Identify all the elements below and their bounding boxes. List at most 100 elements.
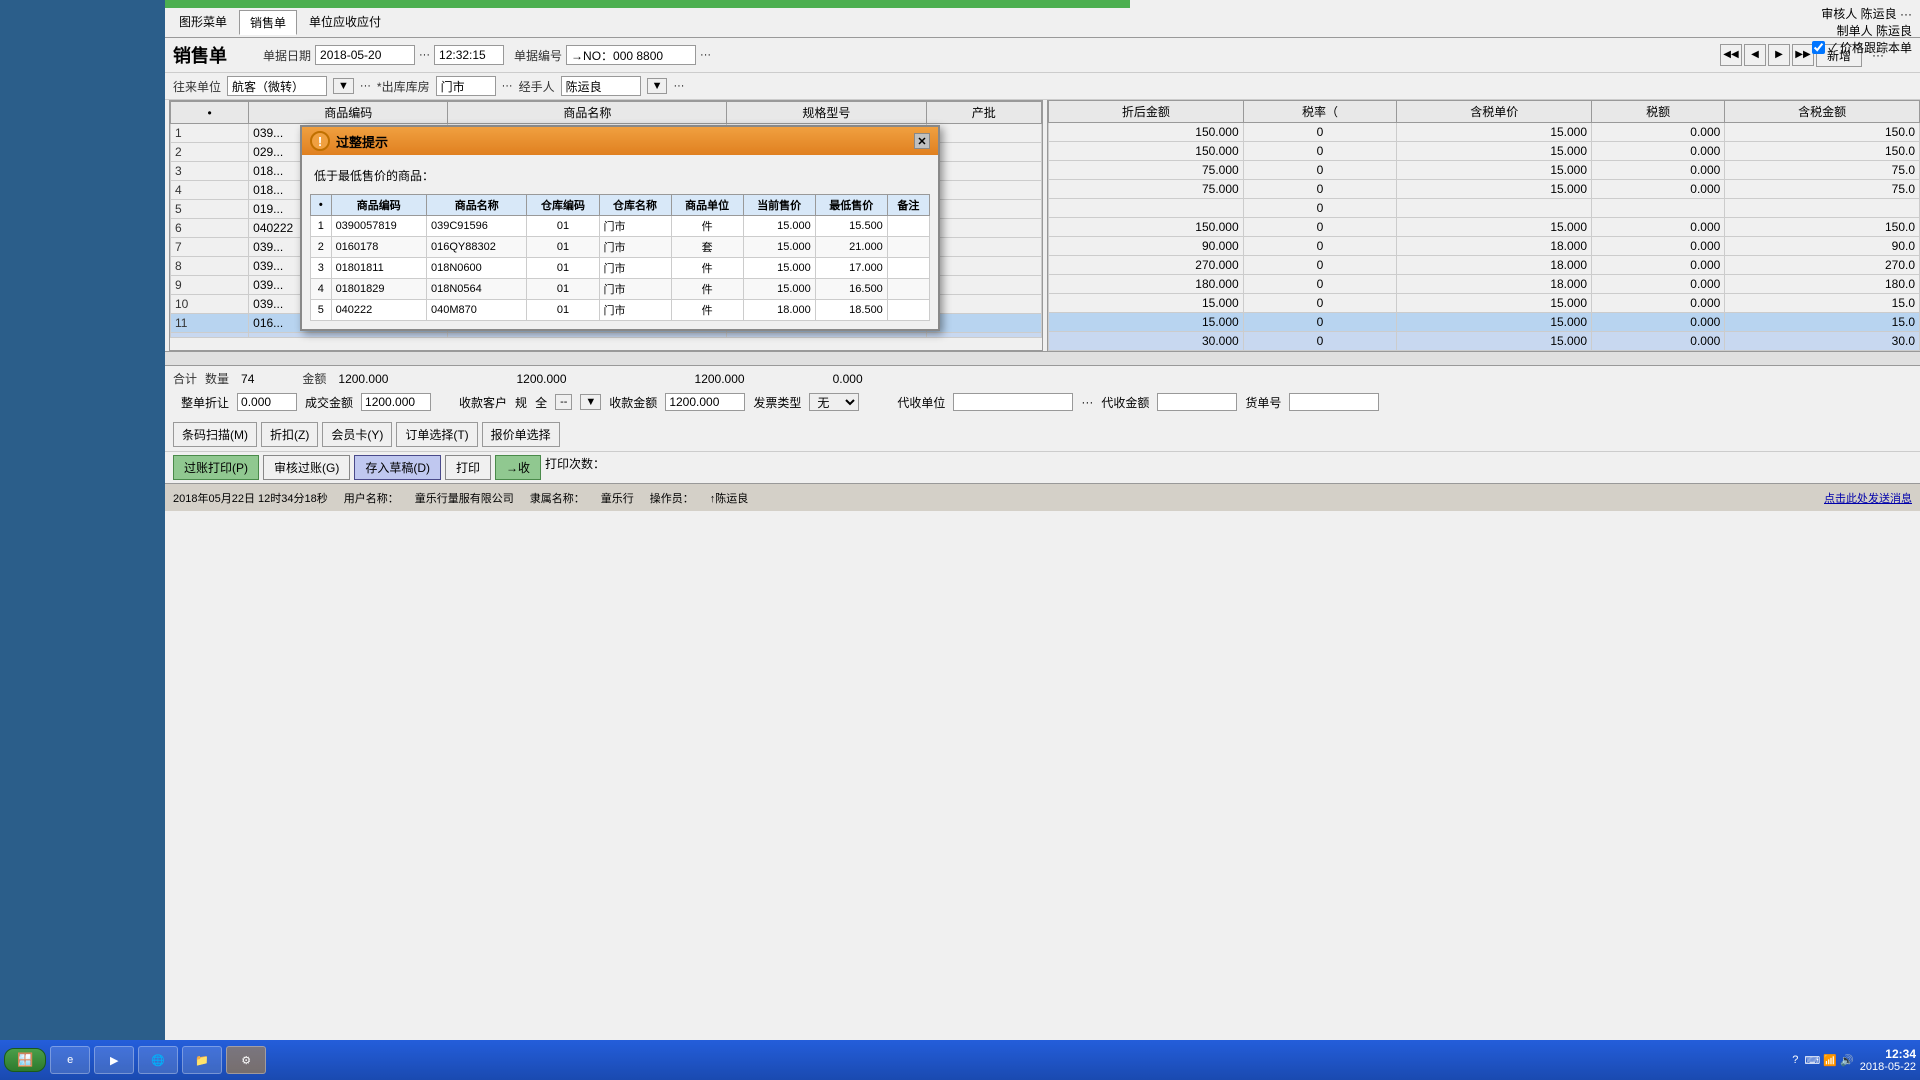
dlg-cell-whname: 门市 — [599, 237, 671, 258]
cell-tax-amt — [1592, 199, 1725, 218]
deal-amount-input[interactable] — [361, 393, 431, 411]
right-columns-wrapper: 折后金额 税率（ 含税单价 税额 含税金额 150.000 0 15.000 0… — [1047, 100, 1920, 351]
taskbar-browser[interactable]: 🌐 — [138, 1046, 178, 1074]
message-link[interactable]: 点击此处发送消息 — [1824, 490, 1912, 506]
dlg-cell-remark — [887, 300, 929, 321]
price-track-checkbox[interactable] — [1812, 41, 1825, 54]
table-row-right[interactable]: 0 — [1049, 199, 1920, 218]
time-input[interactable] — [434, 45, 504, 65]
price-track-label: ✓ 价格跟踪本单 — [1812, 39, 1912, 56]
cell-discount-amt: 30.000 — [1049, 332, 1244, 351]
docno-input[interactable] — [566, 45, 696, 65]
table-row-right[interactable]: 15.000 0 15.000 0.000 15.0 — [1049, 313, 1920, 332]
taskbar-clock: 12:34 2018-05-22 — [1860, 1047, 1916, 1073]
cell-tax-rate: 0 — [1243, 180, 1397, 199]
proxy-unit-input[interactable] — [953, 393, 1073, 411]
date-label: 单据日期 — [263, 47, 311, 64]
order-select-btn[interactable]: 订单选择(T) — [396, 422, 477, 447]
menu-item-sales[interactable]: 销售单 — [239, 10, 297, 35]
nav-last-btn[interactable]: ▶▶ — [1792, 44, 1814, 66]
dialog-table-row: 3 01801811 018N0600 01 门市 件 15.000 17.00… — [311, 258, 930, 279]
operator-value: ↑陈运良 — [710, 490, 749, 506]
table-row-right[interactable]: 150.000 0 15.000 0.000 150.0 — [1049, 218, 1920, 237]
col-tax-amt: 税额 — [1592, 101, 1725, 123]
cell-discount-amt: 75.000 — [1049, 161, 1244, 180]
cell-tax-rate: 0 — [1243, 275, 1397, 294]
page-title: 销售单 — [173, 42, 253, 68]
nav-prev-btn[interactable]: ◀ — [1744, 44, 1766, 66]
table-row-right[interactable]: 90.000 0 18.000 0.000 90.0 — [1049, 237, 1920, 256]
cell-batch — [926, 238, 1041, 257]
person-input[interactable] — [561, 76, 641, 96]
membership-btn[interactable]: 会员卡(Y) — [322, 422, 392, 447]
cell-tax-amt: 0.000 — [1592, 275, 1725, 294]
dialog-table-row: 2 0160178 016QY88302 01 门市 套 15.000 21.0… — [311, 237, 930, 258]
proxy-amount-input[interactable] — [1157, 393, 1237, 411]
post-print-btn[interactable]: 过账打印(P) — [173, 455, 259, 480]
cell-discount-amt: 150.000 — [1049, 218, 1244, 237]
table-row-right[interactable]: 15.000 0 15.000 0.000 15.0 — [1049, 294, 1920, 313]
dlg-cell-whname: 门市 — [599, 300, 671, 321]
discount-btn[interactable]: 折扣(Z) — [261, 422, 318, 447]
review-post-btn[interactable]: 审核过账(G) — [263, 455, 350, 480]
horizontal-scrollbar[interactable] — [165, 351, 1920, 365]
order-no-input[interactable] — [1289, 393, 1379, 411]
dialog-table: • 商品编码 商品名称 仓库编码 仓库名称 商品单位 当前售价 最低售价 备注 … — [310, 194, 930, 321]
deal-amount-label: 成交金额 — [305, 394, 353, 411]
cell-num: 6 — [171, 219, 249, 238]
discount-input[interactable] — [237, 393, 297, 411]
person-btn[interactable]: ▼ — [647, 78, 668, 94]
cell-discount-amt: 15.000 — [1049, 294, 1244, 313]
tax-value: 0.000 — [833, 372, 863, 386]
cell-unit-price: 15.000 — [1397, 180, 1592, 199]
warehouse-input[interactable] — [436, 76, 496, 96]
barcode-scan-btn[interactable]: 条码扫描(M) — [173, 422, 257, 447]
cell-discount-amt: 75.000 — [1049, 180, 1244, 199]
payment-amount-input[interactable] — [665, 393, 745, 411]
cell-unit-price: 15.000 — [1397, 123, 1592, 142]
taskbar-icons: ⌨ 📶 🔊 — [1804, 1054, 1853, 1067]
table-row-right[interactable]: 180.000 0 18.000 0.000 180.0 — [1049, 275, 1920, 294]
dlg-cell-whcode: 01 — [527, 216, 599, 237]
dlg-cell-remark — [887, 237, 929, 258]
save-draft-btn[interactable]: 存入草稿(D) — [354, 455, 441, 480]
taskbar-app1[interactable]: ▶ — [94, 1046, 134, 1074]
date-input[interactable] — [315, 45, 415, 65]
table-row-right[interactable]: 150.000 0 15.000 0.000 150.0 — [1049, 123, 1920, 142]
cell-total: 15.0 — [1725, 294, 1920, 313]
taskbar-ie[interactable]: e — [50, 1046, 90, 1074]
proxy-dots: ··· — [1081, 395, 1093, 409]
unit-btn[interactable]: ▼ — [333, 78, 354, 94]
dlg-col-current-price: 当前售价 — [743, 195, 815, 216]
dlg-cell-name: 018N0564 — [427, 279, 527, 300]
summary-bar: 合计 数量 74 金额 1200.000 1200.000 1200.000 0… — [165, 365, 1920, 418]
table-row[interactable] — [171, 333, 1042, 338]
customer-drop2[interactable]: ▼ — [580, 394, 601, 410]
unit-input[interactable] — [227, 76, 327, 96]
receive-btn[interactable]: →收 — [495, 455, 541, 480]
cell-total: 270.0 — [1725, 256, 1920, 275]
table-row-right[interactable]: 75.000 0 15.000 0.000 75.0 — [1049, 161, 1920, 180]
cell-tax-rate: 0 — [1243, 237, 1397, 256]
taskbar-folder[interactable]: 📁 — [182, 1046, 222, 1074]
cell-discount-amt: 150.000 — [1049, 123, 1244, 142]
dlg-cell-code: 040222 — [331, 300, 426, 321]
table-row-right[interactable]: 270.000 0 18.000 0.000 270.0 — [1049, 256, 1920, 275]
cell-total: 150.0 — [1725, 123, 1920, 142]
table-row-right[interactable]: 75.000 0 15.000 0.000 75.0 — [1049, 180, 1920, 199]
table-row-right[interactable]: 30.000 0 15.000 0.000 30.0 — [1049, 332, 1920, 351]
taskbar-orange[interactable]: ⚙ — [226, 1046, 266, 1074]
dialog-close-btn[interactable]: ✕ — [914, 133, 930, 149]
menu-item-figures[interactable]: 图形菜单 — [169, 10, 237, 35]
invoice-select[interactable]: 无 — [809, 393, 859, 411]
dlg-col-code: 商品编码 — [331, 195, 426, 216]
nav-next-btn[interactable]: ▶ — [1768, 44, 1790, 66]
print-btn[interactable]: 打印 — [445, 455, 491, 480]
customer-drop1[interactable]: -- — [555, 394, 572, 410]
start-button[interactable]: 🪟 — [4, 1048, 46, 1072]
nav-first-btn[interactable]: ◀◀ — [1720, 44, 1742, 66]
menu-item-receivable[interactable]: 单位应收应付 — [299, 10, 391, 35]
dialog-icon: ! — [310, 131, 330, 151]
quote-select-btn[interactable]: 报价单选择 — [482, 422, 560, 447]
table-row-right[interactable]: 150.000 0 15.000 0.000 150.0 — [1049, 142, 1920, 161]
